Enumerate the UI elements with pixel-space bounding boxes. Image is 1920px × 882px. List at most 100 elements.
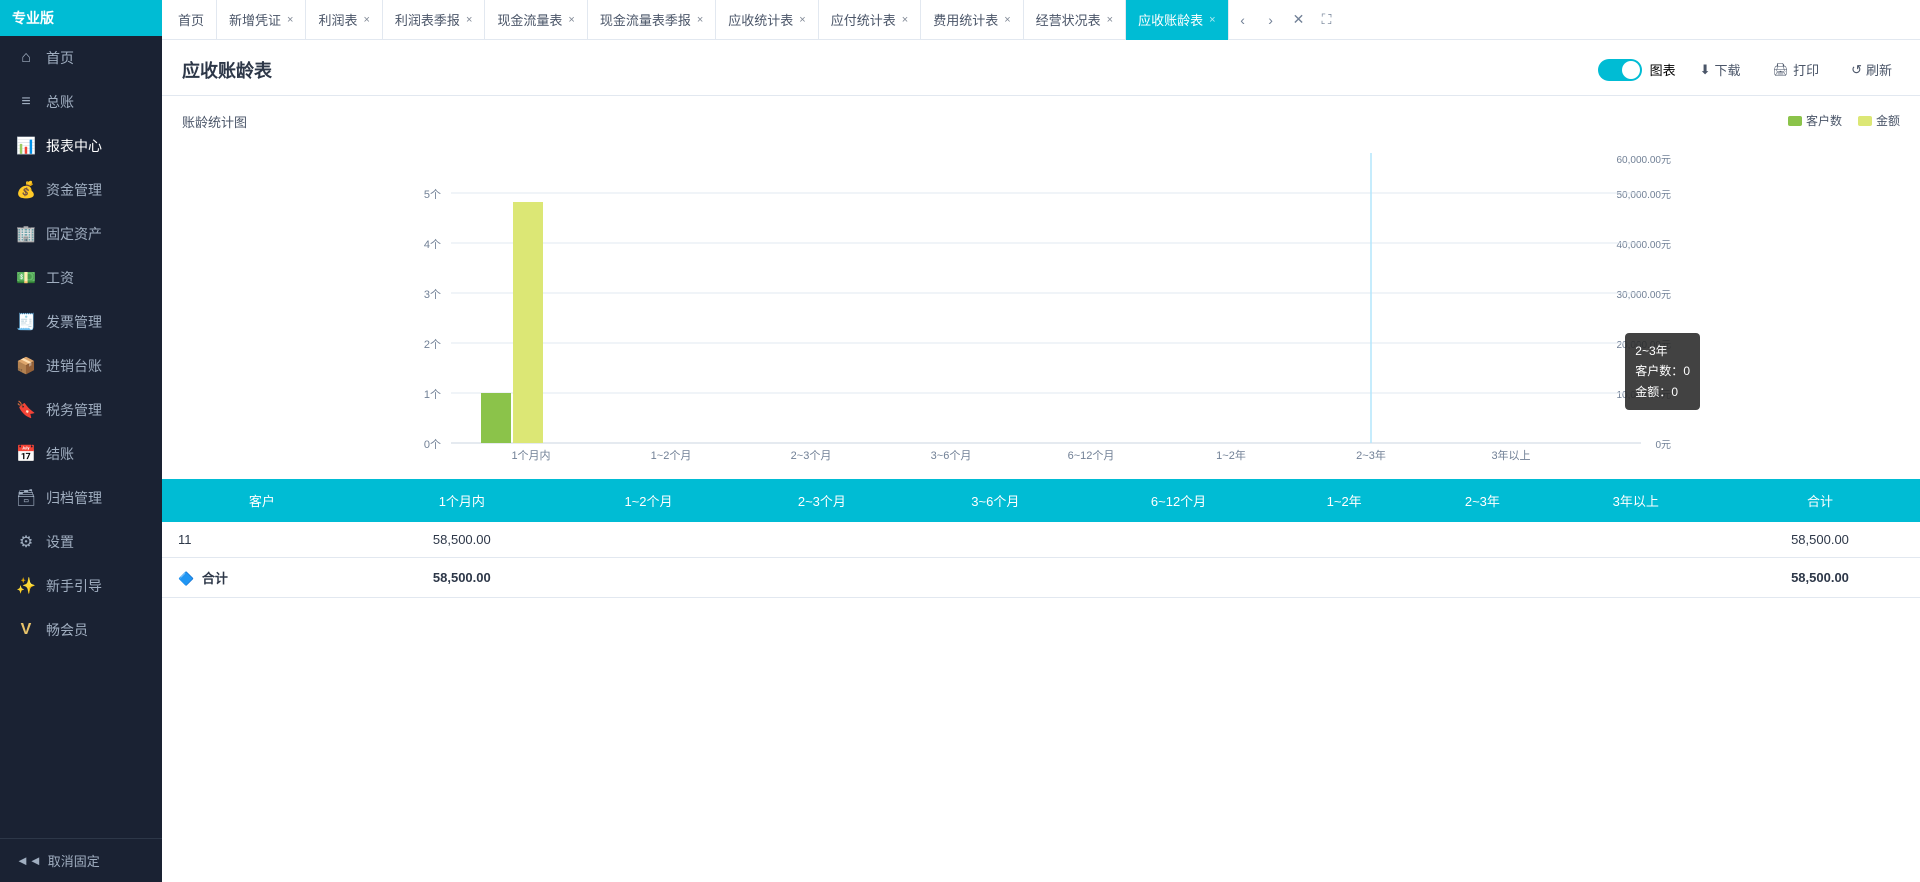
assets-icon: 🏢 (16, 224, 36, 244)
col-m4: 3~6个月 (909, 479, 1082, 522)
legend-amount: 金额 (1858, 112, 1900, 129)
tab-cashflow[interactable]: 现金流量表 × (485, 0, 587, 40)
sidebar-item-archive[interactable]: 🗃 归档管理 (0, 476, 162, 520)
cell-customer: 11 (162, 522, 362, 558)
close-tab-profit-quarter[interactable]: × (466, 14, 472, 26)
svg-text:10,000.00元: 10,000.00元 (1617, 390, 1672, 401)
tab-profit-quarter[interactable]: 利润表季报 × (383, 0, 485, 40)
close-tab-cashflow-quarter[interactable]: × (697, 14, 703, 26)
legend-amount-color (1858, 116, 1872, 126)
sidebar-item-tax[interactable]: 🔖 税务管理 (0, 388, 162, 432)
table-row: 11 58,500.00 58,500.00 (162, 522, 1920, 558)
print-button[interactable]: 🖨 打印 (1765, 56, 1828, 83)
sidebar-item-assets[interactable]: 🏢 固定资产 (0, 212, 162, 256)
chart-svg: 0个 1个 2个 3个 4个 5个 0元 10,000.00元 20,000.0… (182, 143, 1900, 463)
collapse-icon: ◄◄ (16, 853, 42, 868)
tax-icon: 🔖 (16, 400, 36, 420)
svg-text:6~12个月: 6~12个月 (1068, 449, 1115, 462)
svg-text:2个: 2个 (424, 338, 441, 351)
cell-m8 (1552, 522, 1720, 558)
tab-ar-stats[interactable]: 应收统计表 × (716, 0, 818, 40)
total-m8 (1552, 558, 1720, 598)
sidebar: 专业版 ⌂ 首页 ≡ 总账 📊 报表中心 💰 资金管理 🏢 固定资产 💵 工资 … (0, 0, 162, 882)
table-total-row: 🔷 合计 58,500.00 58,500.00 (162, 558, 1920, 598)
tab-close-all-button[interactable]: ✕ (1285, 6, 1313, 34)
svg-text:1~2个月: 1~2个月 (651, 449, 692, 462)
tab-home[interactable]: 首页 (166, 0, 217, 40)
close-tab-new-voucher[interactable]: × (287, 14, 293, 26)
tab-next-button[interactable]: › (1257, 6, 1285, 34)
sidebar-item-close[interactable]: 📅 结账 (0, 432, 162, 476)
sidebar-item-salary[interactable]: 💵 工资 (0, 256, 162, 300)
download-button[interactable]: ⬇ 下载 (1692, 56, 1749, 83)
cell-m3 (735, 522, 908, 558)
bar-amount-1 (513, 202, 543, 443)
sidebar-item-reports[interactable]: 📊 报表中心 (0, 124, 162, 168)
total-sum: 58,500.00 (1720, 558, 1920, 598)
close-tab-ar-stats[interactable]: × (799, 14, 805, 26)
total-label: 🔷 合计 (162, 558, 362, 598)
tab-profit[interactable]: 利润表 × (306, 0, 382, 40)
sidebar-item-funds[interactable]: 💰 资金管理 (0, 168, 162, 212)
cell-m2 (562, 522, 735, 558)
col-m6: 1~2年 (1275, 479, 1413, 522)
svg-text:5个: 5个 (424, 188, 441, 201)
close-tab-cashflow[interactable]: × (568, 14, 574, 26)
tab-expand-button[interactable]: ⛶ (1313, 6, 1341, 34)
close-tab-expense-stats[interactable]: × (1004, 14, 1010, 26)
main-content: 首页 新增凭证 × 利润表 × 利润表季报 × 现金流量表 × 现金流量表季报 … (162, 0, 1920, 882)
total-m1: 58,500.00 (362, 558, 562, 598)
close-tab-ap-stats[interactable]: × (902, 14, 908, 26)
sidebar-item-inventory[interactable]: 📦 进销台账 (0, 344, 162, 388)
chart-legend: 客户数 金额 (1788, 112, 1900, 129)
tab-ap-stats[interactable]: 应付统计表 × (819, 0, 921, 40)
tab-biz-status[interactable]: 经营状况表 × (1024, 0, 1126, 40)
salary-icon: 💵 (16, 268, 36, 288)
sidebar-item-vip[interactable]: V 畅会员 (0, 608, 162, 652)
cell-m6 (1275, 522, 1413, 558)
total-m2 (562, 558, 735, 598)
sidebar-item-invoice[interactable]: 🧾 发票管理 (0, 300, 162, 344)
svg-text:30,000.00元: 30,000.00元 (1617, 290, 1672, 301)
col-total: 合计 (1720, 479, 1920, 522)
tab-ar-aging[interactable]: 应收账龄表 × (1126, 0, 1228, 40)
chart-toggle[interactable]: 图表 (1598, 59, 1676, 81)
svg-text:3个: 3个 (424, 288, 441, 301)
cell-total: 58,500.00 (1720, 522, 1920, 558)
close-tab-ar-aging[interactable]: × (1209, 14, 1215, 26)
tab-expense-stats[interactable]: 费用统计表 × (921, 0, 1023, 40)
collapse-sidebar-button[interactable]: ◄◄ 取消固定 (0, 838, 162, 882)
total-m5 (1082, 558, 1275, 598)
funds-icon: 💰 (16, 180, 36, 200)
bar-customers-1 (481, 393, 511, 443)
close-tab-biz-status[interactable]: × (1107, 14, 1113, 26)
svg-text:3~6个月: 3~6个月 (931, 449, 972, 462)
sidebar-item-home[interactable]: ⌂ 首页 (0, 36, 162, 80)
tab-prev-button[interactable]: ‹ (1229, 6, 1257, 34)
refresh-button[interactable]: ↺ 刷新 (1843, 56, 1900, 83)
legend-customers: 客户数 (1788, 112, 1842, 129)
chart-container: 0个 1个 2个 3个 4个 5个 0元 10,000.00元 20,000.0… (182, 143, 1900, 463)
table-area: 客户 1个月内 1~2个月 2~3个月 3~6个月 6~12个月 1~2年 2~… (162, 479, 1920, 618)
print-icon: 🖨 (1773, 62, 1790, 78)
close-period-icon: 📅 (16, 444, 36, 464)
table-header-row: 客户 1个月内 1~2个月 2~3个月 3~6个月 6~12个月 1~2年 2~… (162, 479, 1920, 522)
invoice-icon: 🧾 (16, 312, 36, 332)
tab-cashflow-quarter[interactable]: 现金流量表季报 × (588, 0, 716, 40)
sidebar-item-guide[interactable]: ✨ 新手引导 (0, 564, 162, 608)
col-m1: 1个月内 (362, 479, 562, 522)
cell-m7 (1413, 522, 1551, 558)
tab-new-voucher[interactable]: 新增凭证 × (217, 0, 306, 40)
cell-m1: 58,500.00 (362, 522, 562, 558)
total-m6 (1275, 558, 1413, 598)
col-m8: 3年以上 (1552, 479, 1720, 522)
chart-title: 账龄统计图 (182, 112, 1900, 131)
svg-text:4个: 4个 (424, 238, 441, 251)
page-header: 应收账龄表 图表 ⬇ 下载 🖨 打印 ↺ 刷新 (162, 40, 1920, 96)
close-tab-profit[interactable]: × (363, 14, 369, 26)
col-m7: 2~3年 (1413, 479, 1551, 522)
sidebar-item-ledger[interactable]: ≡ 总账 (0, 80, 162, 124)
toggle-track[interactable] (1598, 59, 1642, 81)
col-m2: 1~2个月 (562, 479, 735, 522)
sidebar-item-settings[interactable]: ⚙ 设置 (0, 520, 162, 564)
